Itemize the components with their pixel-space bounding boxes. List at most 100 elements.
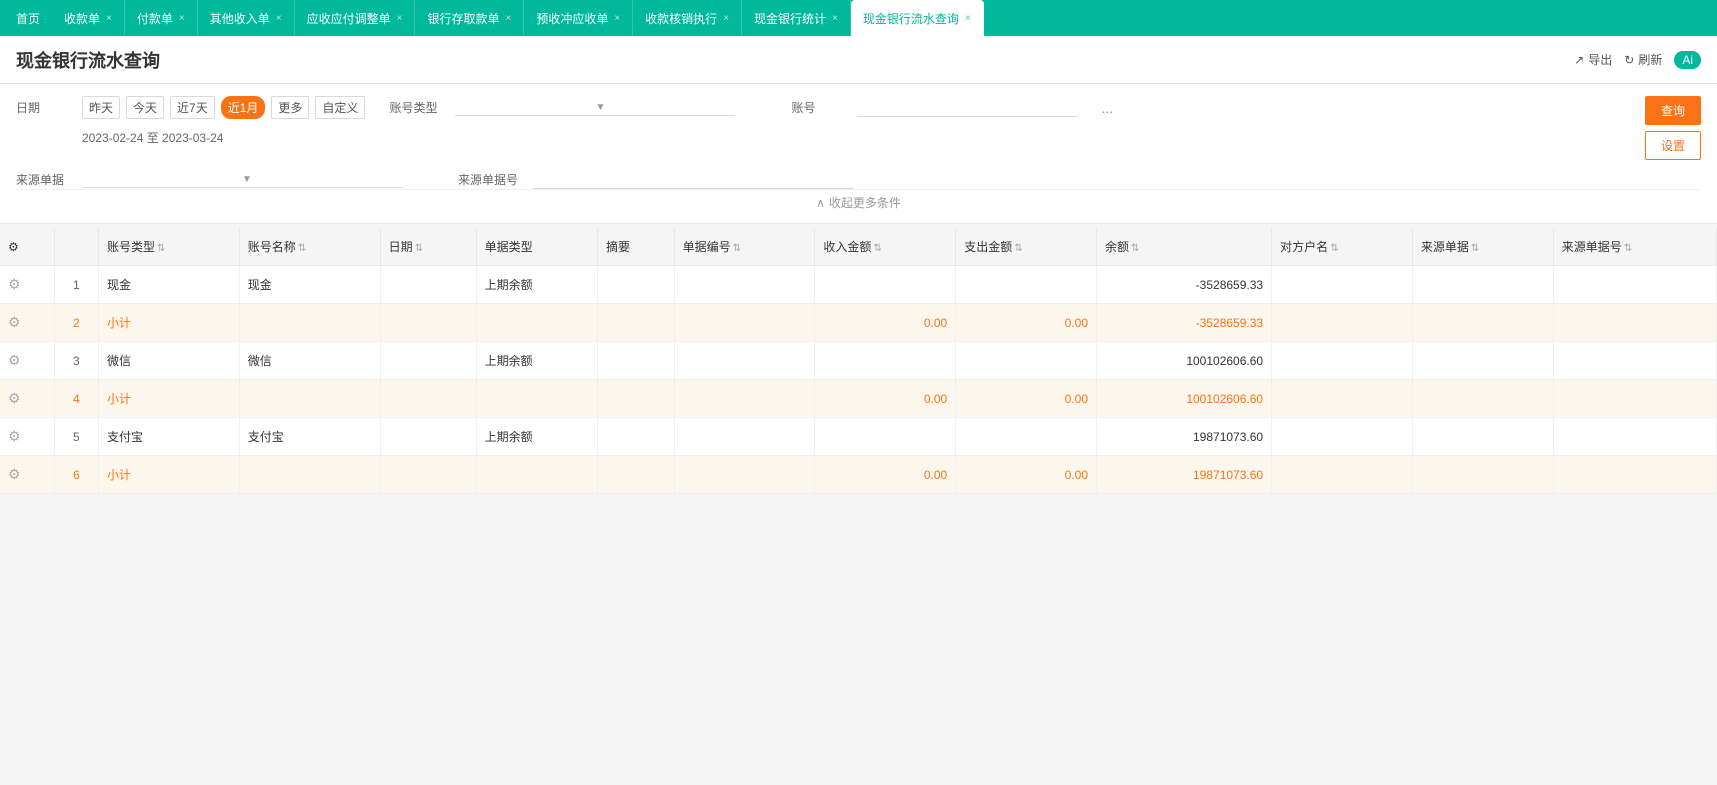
row-settings-icon[interactable]: ⚙: [8, 314, 21, 330]
date-range-display: 2023-02-24 至 2023-03-24: [82, 131, 223, 145]
cell-bill_type: [476, 380, 597, 418]
cell-counterpart: [1272, 418, 1413, 456]
query-button[interactable]: 查询: [1645, 96, 1701, 125]
cell-source_bill_no: [1553, 304, 1716, 342]
cell-counterpart: [1272, 304, 1413, 342]
collapse-bar[interactable]: ∧ 收起更多条件: [16, 189, 1701, 215]
nav-item-收款单[interactable]: 收款单×: [52, 0, 125, 36]
collapse-icon: ∧: [816, 196, 825, 210]
cell-income: 0.00: [815, 456, 956, 494]
cell-index: 3: [54, 342, 98, 380]
more-options-button[interactable]: ...: [1101, 100, 1113, 116]
table-row: ⚙6小计0.000.0019871073.60: [0, 456, 1717, 494]
cell-index: 6: [54, 456, 98, 494]
cell-account_name: [239, 304, 380, 342]
nav-close-icon[interactable]: ×: [397, 13, 403, 24]
source-bill-no-label: 来源单据号: [458, 171, 518, 188]
nav-close-icon[interactable]: ×: [276, 13, 282, 24]
cell-date: [380, 266, 476, 304]
cell-source_bill: [1412, 304, 1553, 342]
col-date[interactable]: 日期⇅: [380, 228, 476, 266]
today-btn[interactable]: 今天: [126, 96, 164, 119]
cell-account_type: 小计: [98, 456, 239, 494]
page-header: 现金银行流水查询 ↗ 导出 ↻ 刷新 Ai: [0, 36, 1717, 84]
ai-button[interactable]: Ai: [1674, 51, 1701, 69]
data-table: ⚙账号类型⇅账号名称⇅日期⇅单据类型摘要单据编号⇅收入金额⇅支出金额⇅余额⇅对方…: [0, 228, 1717, 494]
nav-item-银行存取款单[interactable]: 银行存取款单×: [415, 0, 524, 36]
col-label-balance: 余额: [1105, 240, 1129, 254]
row-settings-icon[interactable]: ⚙: [8, 390, 21, 406]
sort-icon-account_name: ⇅: [298, 243, 306, 254]
nav-close-icon[interactable]: ×: [614, 13, 620, 24]
col-balance[interactable]: 余额⇅: [1097, 228, 1272, 266]
filter-area: 日期 昨天 今天 近7天 近1月 更多 自定义 2023-02-24 至 202…: [0, 84, 1717, 224]
row-settings-icon[interactable]: ⚙: [8, 428, 21, 444]
cell-balance: 100102606.60: [1097, 342, 1272, 380]
cell-summary: [598, 456, 675, 494]
nav-close-icon[interactable]: ×: [832, 13, 838, 24]
sort-icon-expense: ⇅: [1014, 243, 1022, 254]
sort-icon-source_bill: ⇅: [1471, 243, 1479, 254]
cell-income: [815, 342, 956, 380]
source-bill-no-input[interactable]: [534, 170, 854, 189]
yesterday-btn[interactable]: 昨天: [82, 96, 120, 119]
cell-settings: ⚙: [0, 342, 54, 380]
nav-item-其他收入单[interactable]: 其他收入单×: [198, 0, 295, 36]
account-type-select[interactable]: ▼: [455, 100, 735, 116]
cell-index: 2: [54, 304, 98, 342]
account-no-input[interactable]: [857, 98, 1077, 117]
cell-source_bill_no: [1553, 456, 1716, 494]
settings-button[interactable]: 设置: [1645, 131, 1701, 160]
cell-source_bill_no: [1553, 418, 1716, 456]
row-settings-icon[interactable]: ⚙: [8, 276, 21, 292]
table-row: ⚙4小计0.000.00100102606.60: [0, 380, 1717, 418]
col-account_name[interactable]: 账号名称⇅: [239, 228, 380, 266]
data-table-container: ⚙账号类型⇅账号名称⇅日期⇅单据类型摘要单据编号⇅收入金额⇅支出金额⇅余额⇅对方…: [0, 228, 1717, 494]
cell-source_bill_no: [1553, 380, 1716, 418]
nav-item-预收冲应收单[interactable]: 预收冲应收单 ×: [524, 0, 633, 36]
col-expense[interactable]: 支出金额⇅: [956, 228, 1097, 266]
col-label-bill_no: 单据编号: [683, 240, 731, 254]
row-settings-icon[interactable]: ⚙: [8, 352, 21, 368]
nav-item-付款单[interactable]: 付款单×: [125, 0, 198, 36]
col-bill_no[interactable]: 单据编号⇅: [674, 228, 815, 266]
cell-expense: 0.00: [956, 456, 1097, 494]
nav-close-icon[interactable]: ×: [106, 13, 112, 24]
nav-close-icon[interactable]: ×: [505, 13, 511, 24]
cell-bill_no: [674, 304, 815, 342]
cell-expense: [956, 418, 1097, 456]
nav-item-现金银行统计[interactable]: 现金银行统计×: [742, 0, 851, 36]
week-btn[interactable]: 近7天: [170, 96, 215, 119]
month1-btn[interactable]: 近1月: [221, 96, 266, 119]
cell-account_name: 现金: [239, 266, 380, 304]
nav-item-现金银行流水查询[interactable]: 现金银行流水查询×: [851, 0, 984, 36]
nav-item-收款核销执行[interactable]: 收款核销执行×: [633, 0, 742, 36]
nav-home[interactable]: 首页: [4, 10, 52, 27]
more-btn[interactable]: 更多: [271, 96, 309, 119]
nav-close-icon[interactable]: ×: [723, 13, 729, 24]
cell-account_type: 小计: [98, 380, 239, 418]
source-bill-arrow-icon: ▼: [242, 174, 398, 185]
export-button[interactable]: ↗ 导出: [1574, 51, 1612, 68]
source-bill-select[interactable]: ▼: [82, 172, 402, 188]
nav-item-应收应付调整单[interactable]: 应收应付调整单×: [295, 0, 416, 36]
col-income[interactable]: 收入金额⇅: [815, 228, 956, 266]
col-account_type[interactable]: 账号类型⇅: [98, 228, 239, 266]
nav-label: 预收冲应收单: [536, 10, 608, 27]
row-settings-icon[interactable]: ⚙: [8, 466, 21, 482]
cell-bill_type: [476, 304, 597, 342]
sort-icon-bill_no: ⇅: [733, 243, 741, 254]
nav-close-icon[interactable]: ×: [965, 13, 971, 24]
col-source_bill_no[interactable]: 来源单据号⇅: [1553, 228, 1716, 266]
nav-close-icon[interactable]: ×: [179, 13, 185, 24]
cell-date: [380, 456, 476, 494]
col-source_bill[interactable]: 来源单据⇅: [1412, 228, 1553, 266]
table-row: ⚙2小计0.000.00-3528659.33: [0, 304, 1717, 342]
custom-btn[interactable]: 自定义: [315, 96, 365, 119]
refresh-button[interactable]: ↻ 刷新: [1624, 51, 1662, 68]
col-counterpart[interactable]: 对方户名⇅: [1272, 228, 1413, 266]
export-icon: ↗: [1574, 53, 1584, 67]
cell-bill_type: 上期余额: [476, 342, 597, 380]
cell-counterpart: [1272, 266, 1413, 304]
top-navigation: 首页 收款单×付款单×其他收入单×应收应付调整单×银行存取款单×预收冲应收单×收…: [0, 0, 1717, 36]
